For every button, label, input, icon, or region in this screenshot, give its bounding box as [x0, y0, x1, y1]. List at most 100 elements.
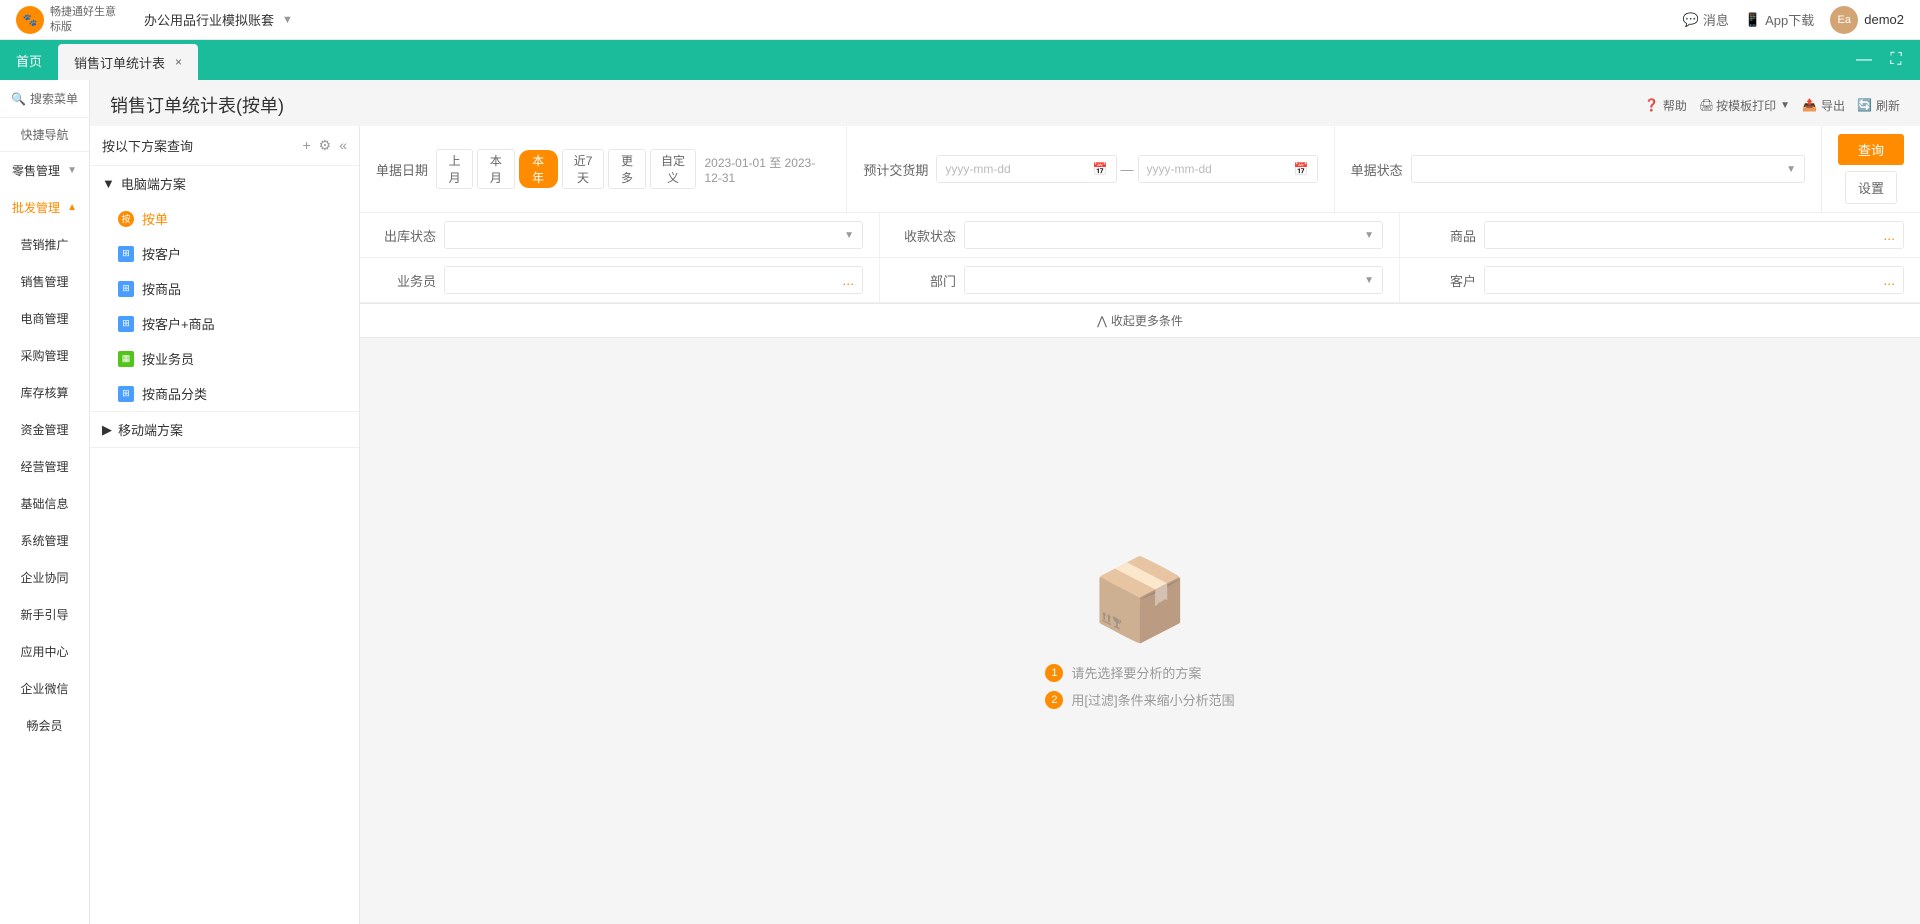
tab-active[interactable]: 销售订单统计表 × [58, 44, 198, 80]
sidebar-item-basic-info[interactable]: 基础信息 [0, 485, 89, 522]
filter-section: 单据日期 上月 本月 本年 近7天 更多 自定义 2023-01-01 至 20… [360, 126, 1920, 338]
message-button[interactable]: 💬 消息 [1683, 10, 1729, 29]
scheme-item-by-category[interactable]: ⊞ 按商品分类 [90, 376, 359, 411]
filter-status-label: 单据状态 [1351, 160, 1403, 179]
sidebar-item-app-center[interactable]: 应用中心 [0, 633, 89, 670]
scheme-item-by-customer[interactable]: ⊞ 按客户 [90, 236, 359, 271]
sidebar-item-wechat[interactable]: 企业微信 [0, 670, 89, 707]
date-range-text: 2023-01-01 至 2023-12-31 [704, 154, 830, 185]
refresh-button[interactable]: 🔄 刷新 [1857, 97, 1900, 114]
user-name: demo2 [1864, 12, 1904, 27]
scheme-item-by-order[interactable]: 按 按单 [90, 201, 359, 236]
sidebar-item-inventory[interactable]: 库存核算 [0, 374, 89, 411]
page-actions: ❓ 帮助 🖨 按模板打印 ▼ 📤 导出 🔄 刷新 [1644, 97, 1900, 114]
app-download-button[interactable]: 📱 App下载 [1745, 10, 1814, 29]
customer-input[interactable]: ... [1484, 266, 1904, 294]
sidebar-item-enterprise[interactable]: 企业协同 [0, 559, 89, 596]
expected-date-inputs: yyyy-mm-dd 📅 — yyyy-mm-dd 📅 [936, 155, 1317, 183]
sidebar-item-system[interactable]: 系统管理 [0, 522, 89, 559]
filter-customer: 客户 ... [1400, 258, 1920, 302]
sidebar-item-sales[interactable]: 销售管理 [0, 263, 89, 300]
expected-date-end-placeholder: yyyy-mm-dd [1147, 162, 1212, 176]
query-button[interactable]: 查询 [1838, 134, 1904, 165]
date-btn-this-month[interactable]: 本月 [477, 149, 514, 189]
filter-date-label: 单据日期 [376, 160, 428, 179]
user-area[interactable]: Ea demo2 [1830, 6, 1904, 34]
message-icon: 💬 [1683, 12, 1699, 28]
scheme-section-mobile-arrow: ▶ [102, 422, 112, 438]
sidebar-item-marketing[interactable]: 营销推广 [0, 226, 89, 263]
date-btn-last-month[interactable]: 上月 [436, 149, 473, 189]
sidebar-search-button[interactable]: 🔍 搜索菜单 [0, 80, 89, 118]
top-bar: 🐾 畅捷通好生意 标版 办公用品行业模拟账套 ▼ 💬 消息 📱 App下载 Ea… [0, 0, 1920, 40]
filter-ship-status: 出库状态 ▼ [360, 213, 880, 257]
filter-salesman: 业务员 ... [360, 258, 880, 302]
scheme-collapse-button[interactable]: « [339, 137, 347, 154]
expected-date-end[interactable]: yyyy-mm-dd 📅 [1138, 155, 1318, 183]
collapse-arrow-icon: ⋀ [1097, 314, 1107, 328]
salesman-input[interactable]: ... [444, 266, 863, 294]
scheme-item-by-customer-product[interactable]: ⊞ 按客户+商品 [90, 306, 359, 341]
filter-row-2: 出库状态 ▼ 收款状态 ▼ [360, 213, 1920, 258]
main-area: 🔍 搜索菜单 快捷导航 零售管理 ▼ 批发管理 ▲ 营销推广 销售管理 电商管理… [0, 80, 1920, 924]
customer-more-icon: ... [1883, 272, 1895, 288]
sidebar-quick-nav[interactable]: 快捷导航 [0, 118, 89, 152]
filter-expected-date-area: 预计交货期 yyyy-mm-dd 📅 — yyyy-mm-dd 📅 [847, 126, 1334, 212]
tab-minimize-button[interactable]: — [1852, 48, 1876, 72]
scheme-section-pc-arrow: ▼ [102, 176, 115, 191]
top-title: 办公用品行业模拟账套 [144, 10, 274, 29]
calendar-end-icon: 📅 [1294, 162, 1309, 176]
goods-input[interactable]: ... [1484, 221, 1904, 249]
filter-receipt-status-label: 收款状态 [896, 226, 956, 245]
calendar-start-icon: 📅 [1093, 162, 1108, 176]
date-btn-this-year[interactable]: 本年 [519, 150, 558, 188]
sidebar-item-guide[interactable]: 新手引导 [0, 596, 89, 633]
sidebar-item-purchase[interactable]: 采购管理 [0, 337, 89, 374]
scheme-item-by-salesman[interactable]: ▦ 按业务员 [90, 341, 359, 376]
query-btn-area: 查询 设置 [1822, 126, 1920, 212]
help-button[interactable]: ❓ 帮助 [1644, 97, 1687, 114]
collapse-button[interactable]: ⋀ 收起更多条件 [360, 303, 1920, 337]
expected-date-start[interactable]: yyyy-mm-dd 📅 [936, 155, 1116, 183]
scheme-add-button[interactable]: + [302, 137, 310, 154]
logo-text: 畅捷通好生意 标版 [50, 5, 116, 34]
date-btn-custom[interactable]: 自定义 [650, 149, 697, 189]
print-icon: 🖨 [1699, 98, 1714, 112]
filter-row-1: 单据日期 上月 本月 本年 近7天 更多 自定义 2023-01-01 至 20… [360, 126, 1920, 213]
expected-date-start-placeholder: yyyy-mm-dd [945, 162, 1010, 176]
scheme-item-icon-product: ⊞ [118, 281, 134, 297]
top-title-arrow-icon[interactable]: ▼ [282, 14, 293, 26]
print-button[interactable]: 🖨 按模板打印 ▼ [1699, 97, 1790, 114]
dept-select[interactable]: ▼ [964, 266, 1383, 294]
download-icon: 📱 [1745, 12, 1761, 28]
filter-date-area: 单据日期 上月 本月 本年 近7天 更多 自定义 2023-01-01 至 20… [360, 126, 847, 212]
filter-dept: 部门 ▼ [880, 258, 1400, 302]
status-select[interactable]: ▼ [1411, 155, 1805, 183]
tab-home[interactable]: 首页 [0, 40, 58, 80]
empty-hint-2: 2 用[过滤]条件来缩小分析范围 [1045, 690, 1234, 709]
sidebar-item-member[interactable]: 畅会员 [0, 707, 89, 744]
empty-hint-1: 1 请先选择要分析的方案 [1045, 663, 1234, 682]
settings-button[interactable]: 设置 [1845, 171, 1897, 204]
receipt-status-select[interactable]: ▼ [964, 221, 1383, 249]
ship-status-select[interactable]: ▼ [444, 221, 863, 249]
salesman-more-icon: ... [842, 272, 854, 288]
tab-close-icon[interactable]: × [175, 55, 182, 69]
sidebar-item-operations[interactable]: 经营管理 [0, 448, 89, 485]
receipt-status-arrow: ▼ [1364, 230, 1374, 241]
scheme-item-by-product[interactable]: ⊞ 按商品 [90, 271, 359, 306]
sidebar-item-ecommerce[interactable]: 电商管理 [0, 300, 89, 337]
date-btn-more[interactable]: 更多 [608, 149, 645, 189]
tab-expand-button[interactable]: ⛶ [1884, 48, 1908, 72]
sidebar-item-wholesale[interactable]: 批发管理 ▲ [0, 189, 89, 226]
empty-state: 📦 1 请先选择要分析的方案 2 用[过滤]条件来缩小分析范围 [360, 338, 1920, 924]
scheme-settings-button[interactable]: ⚙ [319, 137, 332, 154]
scheme-section-pc-title[interactable]: ▼ 电脑端方案 [90, 166, 359, 201]
sidebar-item-finance[interactable]: 资金管理 [0, 411, 89, 448]
date-btn-7days[interactable]: 近7天 [562, 149, 605, 189]
scheme-section-pc-label: 电脑端方案 [121, 174, 186, 193]
scheme-section-mobile-title[interactable]: ▶ 移动端方案 [90, 412, 359, 447]
sidebar-item-retail[interactable]: 零售管理 ▼ [0, 152, 89, 189]
export-button[interactable]: 📤 导出 [1802, 97, 1845, 114]
help-icon: ❓ [1644, 98, 1659, 112]
